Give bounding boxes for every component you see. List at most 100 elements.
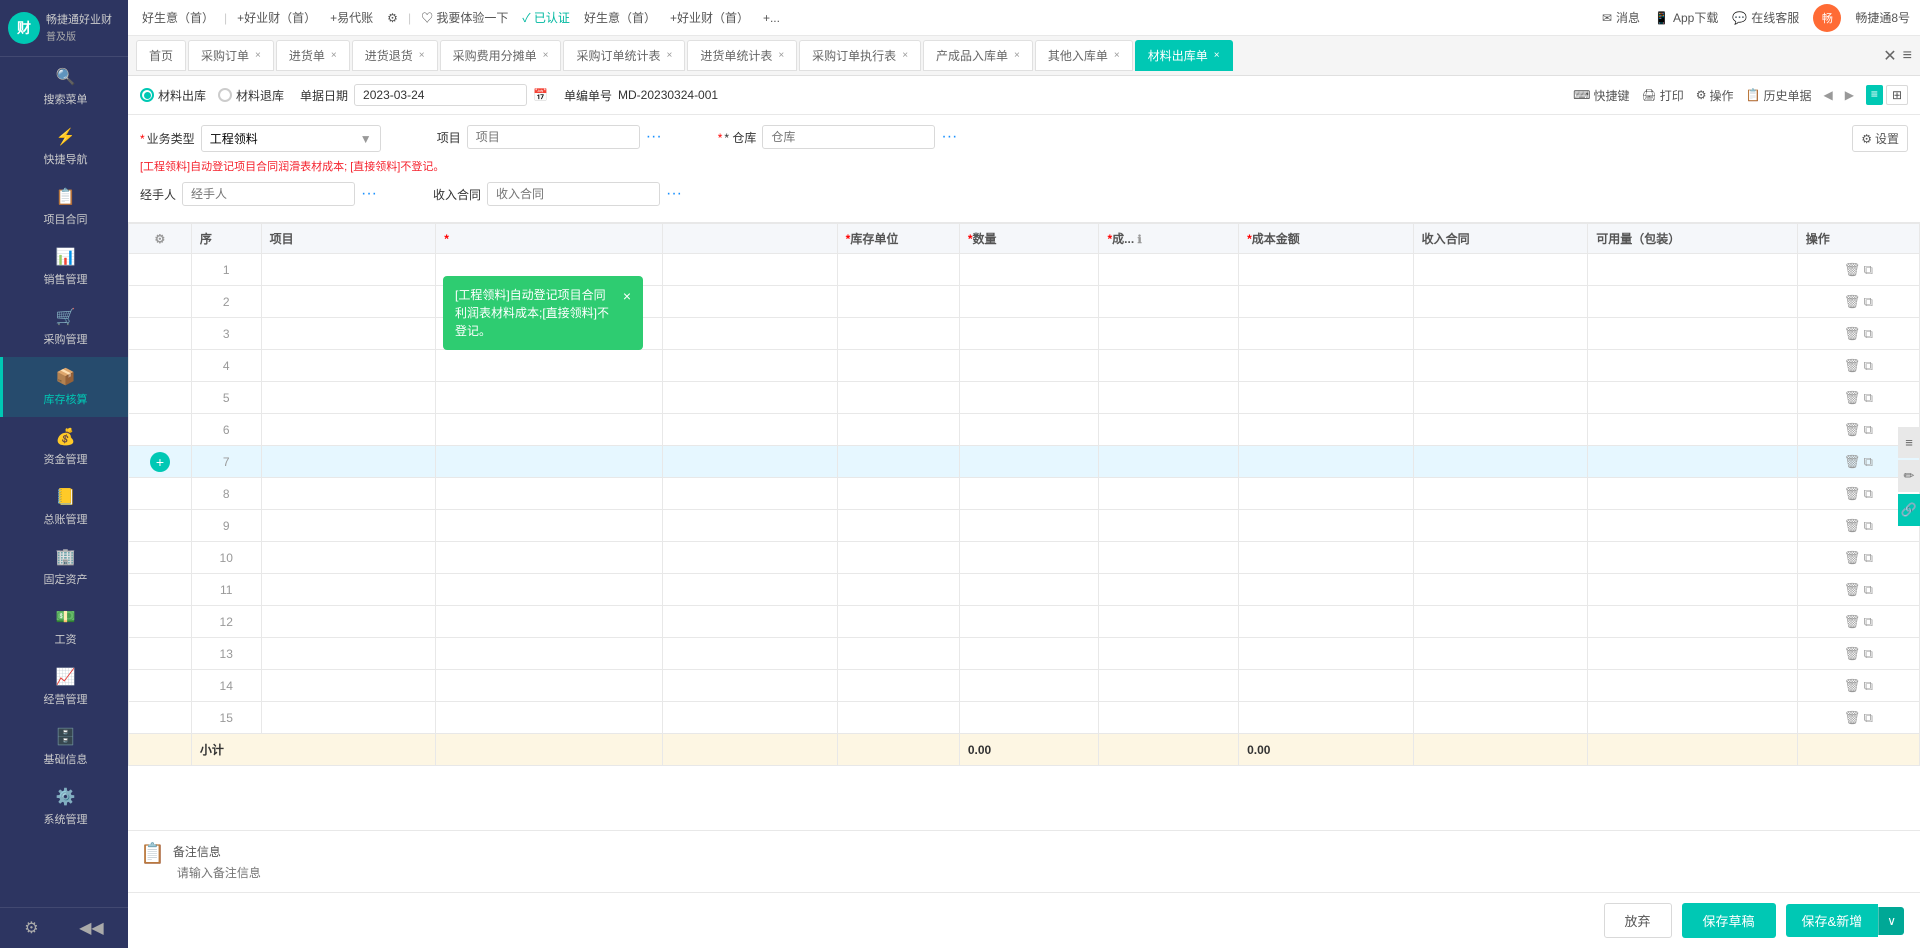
settings-button[interactable]: ⚙ 设置 [1852, 125, 1908, 152]
tab-close-all-icon[interactable]: ✕ [1883, 46, 1896, 66]
row-delete-icon-13[interactable]: 🗑 [1844, 646, 1861, 661]
row-project-7[interactable] [261, 446, 436, 478]
tab-close-goods-stats[interactable]: × [778, 50, 784, 61]
tab-goods-stats[interactable]: 进货单统计表× [687, 40, 797, 71]
row-copy-icon-2[interactable]: ⧉ [1864, 294, 1873, 309]
sidebar-item-search[interactable]: 🔍 搜索菜单 [0, 57, 128, 117]
row-copy-icon-8[interactable]: ⧉ [1864, 486, 1873, 501]
operation-btn[interactable]: ⚙ 操作 [1696, 87, 1734, 104]
tab-other-in[interactable]: 其他入库单× [1035, 40, 1133, 71]
calendar-icon[interactable]: 📅 [533, 88, 548, 102]
tooltip-close-btn[interactable]: × [623, 286, 631, 307]
row-delete-icon-1[interactable]: 🗑 [1844, 262, 1861, 277]
row-delete-icon-4[interactable]: 🗑 [1844, 358, 1861, 373]
tab-close-product-in[interactable]: × [1014, 50, 1020, 61]
list-view-btn[interactable]: ≡ [1866, 85, 1883, 105]
cost-info-icon[interactable]: ℹ [1138, 234, 1142, 246]
radio-material-return[interactable]: 材料退库 [218, 87, 284, 104]
tab-goods-return[interactable]: 进货退货× [352, 40, 438, 71]
radio-material-out[interactable]: 材料出库 [140, 87, 206, 104]
topbar-more[interactable]: +... [759, 11, 784, 25]
row-delete-icon-9[interactable]: 🗑 [1844, 518, 1861, 533]
online-service-btn[interactable]: 💬 在线客服 [1732, 9, 1799, 26]
card-view-btn[interactable]: ⊞ [1886, 85, 1908, 105]
topbar-yidaizhang[interactable]: +易代账 [326, 9, 377, 26]
add-row-btn[interactable]: + [150, 452, 170, 472]
row-delete-icon-5[interactable]: 🗑 [1844, 390, 1861, 405]
tab-purchase-order[interactable]: 采购订单× [188, 40, 274, 71]
tab-home[interactable]: 首页 [136, 40, 186, 71]
tab-product-in[interactable]: 产成品入库单× [923, 40, 1033, 71]
user-avatar[interactable]: 畅 [1813, 4, 1841, 32]
topbar-haoshengyi[interactable]: 好生意（首） [138, 9, 218, 26]
print-btn[interactable]: 🖨 打印 [1641, 87, 1683, 104]
sidebar-item-project[interactable]: 📋 项目合同 [0, 177, 128, 237]
tab-purchase-stats[interactable]: 采购订单统计表× [563, 40, 685, 71]
right-panel-link-btn[interactable]: 🔗 [1898, 494, 1920, 526]
row-copy-icon-10[interactable]: ⧉ [1864, 550, 1873, 565]
settings-bottom-icon[interactable]: ⚙ [24, 918, 38, 938]
tab-close-other-in[interactable]: × [1114, 50, 1120, 61]
row-copy-icon-6[interactable]: ⧉ [1864, 422, 1873, 437]
project-dots-icon[interactable]: ··· [646, 128, 662, 146]
topbar-hyc2[interactable]: +好业财（首） [666, 9, 753, 26]
topbar-gear-icon[interactable]: ⚙ [383, 11, 402, 25]
tab-purchase-expense[interactable]: 采购费用分摊单× [440, 40, 562, 71]
business-type-select[interactable]: 工程领料 ▼ [201, 125, 381, 152]
row-copy-icon-14[interactable]: ⧉ [1864, 678, 1873, 693]
income-contract-dots-icon[interactable]: ··· [666, 185, 682, 203]
row-copy-icon-1[interactable]: ⧉ [1864, 262, 1873, 277]
tab-close-goods-return[interactable]: × [419, 50, 425, 61]
row-delete-icon-3[interactable]: 🗑 [1844, 326, 1861, 341]
row-copy-icon-4[interactable]: ⧉ [1864, 358, 1873, 373]
sidebar-item-sales[interactable]: 📊 销售管理 [0, 237, 128, 297]
sidebar-item-operations[interactable]: 📈 经营管理 [0, 657, 128, 717]
row-copy-icon-13[interactable]: ⧉ [1864, 646, 1873, 661]
next-icon[interactable]: ▶ [1845, 88, 1854, 102]
sidebar-item-purchase[interactable]: 🛒 采购管理 [0, 297, 128, 357]
col-header-settings[interactable]: ⚙ [129, 224, 192, 254]
tab-close-purchase-exec[interactable]: × [902, 50, 908, 61]
row-delete-icon-2[interactable]: 🗑 [1844, 294, 1861, 309]
handler-dots-icon[interactable]: ··· [361, 185, 377, 203]
sidebar-item-assets[interactable]: 🏢 固定资产 [0, 537, 128, 597]
row-delete-icon-6[interactable]: 🗑 [1844, 422, 1861, 437]
message-btn[interactable]: ✉ 消息 [1602, 9, 1640, 26]
tab-list-icon[interactable]: ≡ [1903, 47, 1912, 65]
row-copy-icon-5[interactable]: ⧉ [1864, 390, 1873, 405]
row-copy-icon-9[interactable]: ⧉ [1864, 518, 1873, 533]
row-copy-icon-12[interactable]: ⧉ [1864, 614, 1873, 629]
row-delete-icon-15[interactable]: 🗑 [1844, 710, 1861, 725]
tab-close-material-out[interactable]: × [1214, 50, 1220, 61]
sidebar-item-inventory[interactable]: 📦 库存核算 [0, 357, 128, 417]
save-new-arrow-btn[interactable]: ∨ [1878, 907, 1904, 935]
tab-material-out[interactable]: 材料出库单× [1135, 40, 1233, 71]
topbar-experience[interactable]: ♡ 我要体验一下 [417, 9, 512, 26]
note-input[interactable] [173, 862, 1908, 884]
row-delete-icon-7[interactable]: 🗑 [1844, 454, 1861, 469]
topbar-haoyecai[interactable]: +好业财（首） [233, 9, 320, 26]
row-copy-icon-3[interactable]: ⧉ [1864, 326, 1873, 341]
topbar-hs2[interactable]: 好生意（首） [580, 9, 660, 26]
warehouse-dots-icon[interactable]: ··· [941, 128, 957, 146]
tab-close-purchase-stats[interactable]: × [666, 50, 672, 61]
row-copy-icon-11[interactable]: ⧉ [1864, 582, 1873, 597]
row-material-7[interactable] [436, 446, 663, 478]
row-delete-icon-12[interactable]: 🗑 [1844, 614, 1861, 629]
tab-close-purchase-order[interactable]: × [255, 50, 261, 61]
app-download-btn[interactable]: 📱 App下载 [1654, 9, 1718, 26]
sidebar-item-nav[interactable]: ⚡ 快捷导航 [0, 117, 128, 177]
handler-input[interactable] [182, 182, 355, 206]
row-material-input-7[interactable] [444, 454, 654, 469]
income-contract-input[interactable] [487, 182, 660, 206]
project-input[interactable] [467, 125, 640, 149]
right-panel-edit-btn[interactable]: ✏ [1898, 460, 1920, 492]
collapse-icon[interactable]: ◀◀ [79, 918, 104, 938]
row-delete-icon-10[interactable]: 🗑 [1844, 550, 1861, 565]
sidebar-item-system[interactable]: ⚙️ 系统管理 [0, 777, 128, 837]
sidebar-item-finance[interactable]: 💰 资金管理 [0, 417, 128, 477]
history-doc-btn[interactable]: 📋 历史单据 [1745, 87, 1811, 104]
right-panel-list-btn[interactable]: ≡ [1898, 427, 1920, 458]
row-delete-icon-11[interactable]: 🗑 [1844, 582, 1861, 597]
tab-purchase-exec[interactable]: 采购订单执行表× [799, 40, 921, 71]
